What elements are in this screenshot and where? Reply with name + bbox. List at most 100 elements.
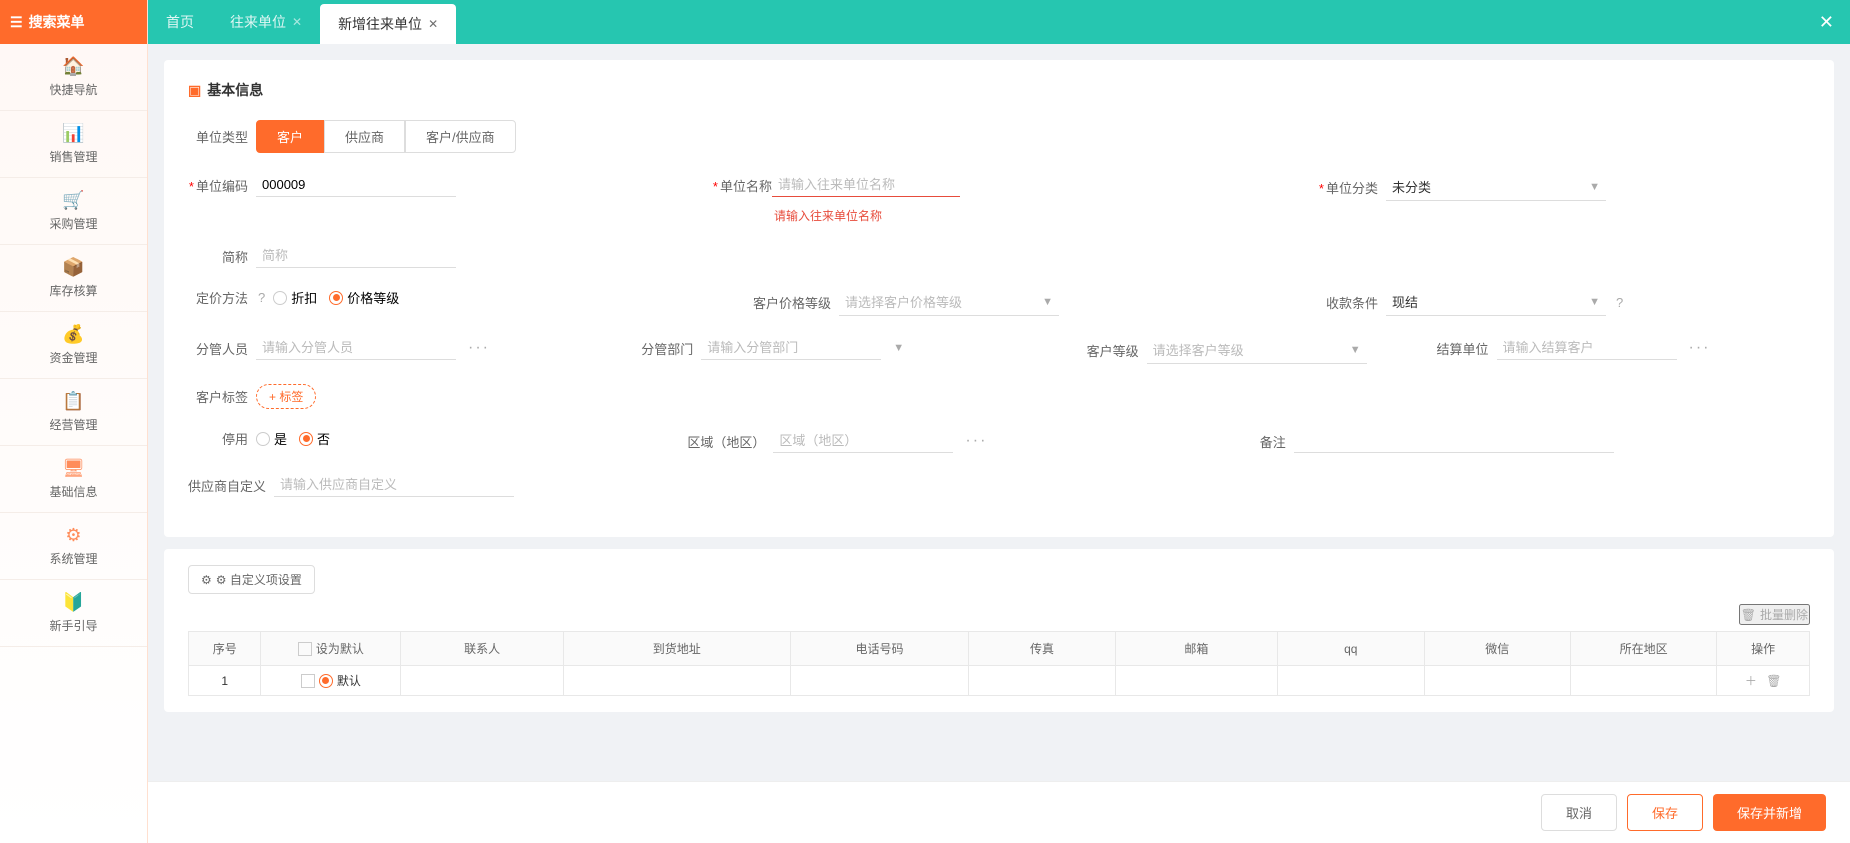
pricing-method-help-icon[interactable]: ? [258,290,265,305]
col-region: 所在地区 [1570,632,1716,666]
address-input[interactable] [617,673,737,688]
sidebar-item-operations[interactable]: 📋 经营管理 [0,379,147,446]
gear-icon: ⚙ [201,573,212,587]
unit-category-select[interactable]: 未分类 ▼ [1386,173,1606,201]
pricing-discount-option[interactable]: 折扣 [273,288,317,307]
sidebar-item-finance[interactable]: 💰 资金管理 [0,312,147,379]
qq-input[interactable] [1316,673,1386,688]
default-label: 默认 [337,672,361,689]
settlement-input[interactable] [1497,336,1677,360]
payment-terms-help-icon[interactable]: ? [1616,295,1623,310]
cell-phone[interactable] [790,666,969,696]
search-icon: ☰ [10,14,23,31]
unit-type-both[interactable]: 客户/供应商 [405,120,516,153]
unit-category-chevron: ▼ [1589,181,1600,193]
fax-input[interactable] [1007,673,1077,688]
cancel-button[interactable]: 取消 [1541,794,1617,831]
save-and-new-button[interactable]: 保存并新增 [1713,794,1826,831]
sidebar-item-inventory[interactable]: 📦 库存核算 [0,245,147,312]
payment-terms-select[interactable]: 现结 ▼ [1386,288,1606,316]
region-more[interactable]: ··· [961,432,991,450]
sidebar: ☰ 搜索菜单 🏠 快捷导航 📊 销售管理 🛒 采购管理 📦 库存核算 💰 资金管… [0,0,148,843]
cell-qq[interactable] [1278,666,1424,696]
customer-tags-label: 客户标签 [188,387,248,406]
col-default: 设为默认 [261,632,401,666]
settlement-more[interactable]: ··· [1685,339,1715,357]
department-input[interactable] [701,336,881,360]
row-delete-icon[interactable]: 🗑 [1766,674,1781,688]
cell-region[interactable] [1570,666,1716,696]
remarks-input[interactable] [1294,429,1614,453]
tab-new-partner-label: 新增往来单位 [338,14,422,34]
unit-type-group: 客户 供应商 客户/供应商 [256,120,516,153]
phone-input[interactable] [834,673,924,688]
manager-input[interactable] [256,336,456,360]
table-row: 1 默认 [189,666,1810,696]
sidebar-search[interactable]: ☰ 搜索菜单 [0,0,147,44]
sidebar-item-label: 基础信息 [49,483,97,500]
sidebar-item-label: 销售管理 [49,148,97,165]
short-name-field: 简称 [188,244,1810,268]
main-area: 首页 往来单位 ✕ 新增往来单位 ✕ ✕ ▣ 基本信息 单位类型 客户 [148,0,1850,843]
bulk-delete-button[interactable]: 🗑 批量删除 [1739,604,1810,625]
wechat-input[interactable] [1462,673,1532,688]
customer-level-select[interactable]: 请选择客户等级 ▼ [1147,336,1367,364]
contact-input[interactable] [442,673,522,688]
customer-level-chevron: ▼ [1350,344,1361,356]
cell-email[interactable] [1115,666,1277,696]
pricing-method-label: 定价方法 [188,288,248,307]
col-qq: qq [1278,632,1424,666]
row-checkbox[interactable] [301,674,315,688]
window-close-button[interactable]: ✕ [1803,0,1850,44]
header-checkbox[interactable] [298,642,312,656]
disabled-yes-option[interactable]: 是 [256,429,287,448]
manager-more[interactable]: ··· [464,339,494,357]
manager-row: 分管人员 ··· 分管部门 ▼ 客户等级 请选择客户等级 ▼ [188,336,1810,364]
tab-partner-close[interactable]: ✕ [292,15,302,29]
cell-address[interactable] [563,666,790,696]
code-name-category-row: *单位编码 *单位名称 请输入往来单位名称 *单位分类 未分类 ▼ [188,173,1810,224]
tab-home-label: 首页 [166,12,194,32]
guide-icon: 🔰 [62,592,84,613]
disabled-no-option[interactable]: 否 [299,429,330,448]
sidebar-item-basic-info[interactable]: 🖥 基础信息 [0,446,147,513]
sidebar-item-guide[interactable]: 🔰 新手引导 [0,580,147,647]
section-title: ▣ 基本信息 [188,80,1810,100]
tab-partner[interactable]: 往来单位 ✕ [212,0,320,44]
sidebar-item-label: 库存核算 [49,282,97,299]
add-tag-button[interactable]: + 标签 [256,384,316,409]
unit-type-supplier[interactable]: 供应商 [324,120,405,153]
sidebar-item-quick-nav[interactable]: 🏠 快捷导航 [0,44,147,111]
section-title-text: 基本信息 [207,80,263,100]
unit-type-customer[interactable]: 客户 [256,120,324,153]
short-name-input[interactable] [256,244,456,268]
system-icon: ⚙ [65,525,81,546]
cell-fax[interactable] [969,666,1115,696]
sidebar-item-sales[interactable]: 📊 销售管理 [0,111,147,178]
tab-new-partner-close[interactable]: ✕ [428,17,438,31]
save-button[interactable]: 保存 [1627,794,1703,831]
sidebar-item-purchase[interactable]: 🛒 采购管理 [0,178,147,245]
cell-contact[interactable] [401,666,563,696]
unit-name-input[interactable] [772,173,960,197]
region-input-cell[interactable] [1609,673,1679,688]
pricing-discount-radio [273,291,287,305]
unit-code-field: *单位编码 [188,173,680,197]
row-default-radio[interactable]: 默认 [319,672,361,689]
tab-new-partner[interactable]: 新增往来单位 ✕ [320,4,456,44]
pricing-level-option[interactable]: 价格等级 [329,288,399,307]
cell-wechat[interactable] [1424,666,1570,696]
tab-home[interactable]: 首页 [148,0,212,44]
sidebar-item-system[interactable]: ⚙ 系统管理 [0,513,147,580]
supplier-custom-input[interactable] [274,473,514,497]
row-add-icon[interactable]: ＋ [1745,674,1757,688]
col-wechat: 微信 [1424,632,1570,666]
region-input[interactable] [773,429,953,453]
tags-row: 客户标签 + 标签 [188,384,1810,409]
unit-code-input[interactable] [256,173,456,197]
form-content: ▣ 基本信息 单位类型 客户 供应商 客户/供应商 *单位编码 [148,44,1850,781]
col-default-label: 设为默认 [316,640,364,657]
custom-settings-button[interactable]: ⚙ ⚙ 自定义项设置 [188,565,315,594]
email-input[interactable] [1156,673,1236,688]
customer-price-select[interactable]: 请选择客户价格等级 ▼ [839,288,1059,316]
